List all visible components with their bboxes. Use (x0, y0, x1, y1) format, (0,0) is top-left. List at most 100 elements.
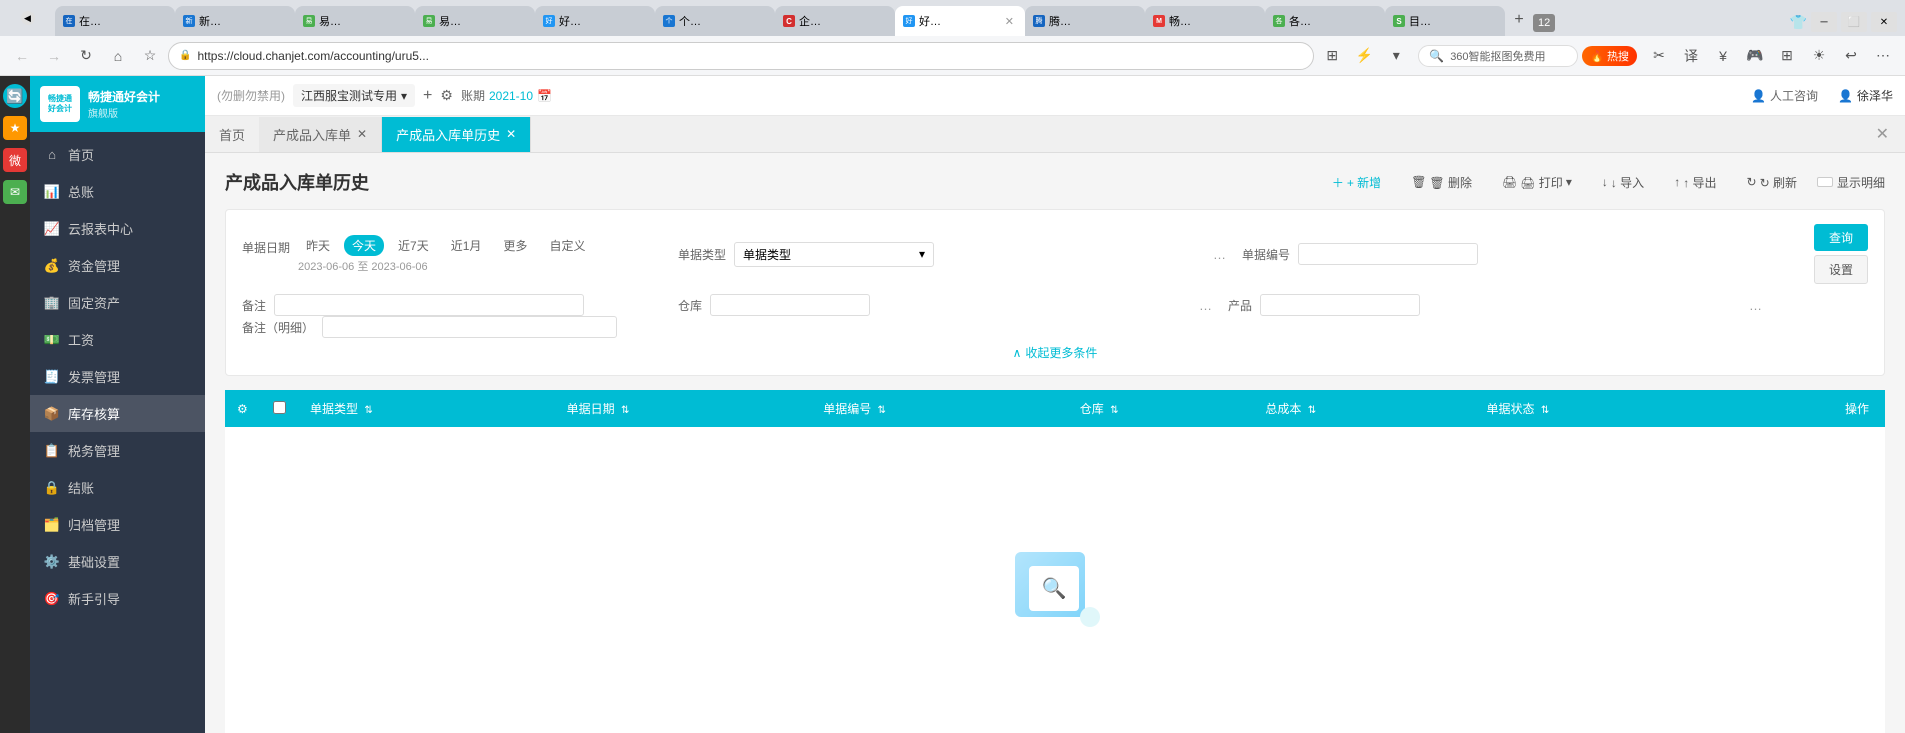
currency-icon[interactable]: ¥ (1709, 42, 1737, 70)
tab-ge[interactable]: 个 个… (655, 6, 775, 36)
sidebar-item-close[interactable]: 🔒 结账 (30, 469, 205, 506)
tab-zai[interactable]: 在 在… (55, 6, 175, 36)
tab-yi1[interactable]: 易 易… (295, 6, 415, 36)
column-warehouse[interactable]: 仓库 ⇅ (1068, 390, 1254, 427)
date-yesterday-btn[interactable]: 昨天 (298, 235, 338, 256)
type-filter-select[interactable]: 单据类型 ▾ (734, 242, 934, 267)
tab-hao1[interactable]: 好 好… (535, 6, 655, 36)
column-date[interactable]: 单据日期 ⇅ (555, 390, 812, 427)
date-more-btn[interactable]: 更多 (495, 235, 535, 256)
sidebar-item-asset[interactable]: 🏢 固定资产 (30, 284, 205, 321)
back-icon[interactable]: ◀ (21, 11, 35, 25)
lightning-icon[interactable]: ⚡ (1350, 42, 1378, 70)
calendar-icon[interactable]: 📅 (537, 89, 552, 103)
column-status[interactable]: 单据状态 ⇅ (1474, 390, 1731, 427)
page-tab-list[interactable]: 产成品入库单 ✕ (259, 117, 382, 152)
date-7days-btn[interactable]: 近7天 (390, 235, 437, 256)
export-button[interactable]: ↑ ↑ 导出 (1664, 170, 1726, 195)
panel-close-btn[interactable]: ✕ (1860, 116, 1905, 152)
tab-yi2[interactable]: 易 易… (415, 6, 535, 36)
sidebar-item-home[interactable]: ⌂ 首页 (30, 136, 205, 173)
column-cost[interactable]: 总成本 ⇅ (1253, 390, 1474, 427)
bookmark-left-icon[interactable]: ★ (3, 116, 27, 140)
dropdown-btn[interactable]: ▾ (1382, 42, 1410, 70)
date-custom-btn[interactable]: 自定义 (541, 235, 593, 256)
user-avatar[interactable]: 👤 徐泽华 (1838, 87, 1893, 104)
warehouse-more-icon[interactable]: … (1199, 298, 1212, 313)
tab-mu[interactable]: S 目… (1385, 6, 1505, 36)
tab-ge2[interactable]: 各 各… (1265, 6, 1385, 36)
tab-list-close[interactable]: ✕ (357, 127, 367, 141)
hot-search-badge[interactable]: 🔥 热搜 (1582, 46, 1637, 66)
ai-consult-btn[interactable]: 👤 人工咨询 (1751, 87, 1818, 104)
game-icon[interactable]: 🎮 (1741, 42, 1769, 70)
sidebar-item-archive[interactable]: 🗂️ 归档管理 (30, 506, 205, 543)
print-button[interactable]: 🖨 🖨 打印 ▾ (1492, 170, 1582, 195)
sidebar-item-inventory[interactable]: 📦 库存核算 (30, 395, 205, 432)
grid-icon[interactable]: ⊞ (1318, 42, 1346, 70)
show-detail-toggle[interactable]: 显示明细 (1817, 174, 1885, 191)
sidebar-item-tax[interactable]: 📋 税务管理 (30, 432, 205, 469)
sidebar-item-guide[interactable]: 🎯 新手引导 (30, 580, 205, 617)
settings-company-btn[interactable]: ⚙ (440, 87, 453, 104)
home-button[interactable]: ⌂ (104, 42, 132, 70)
bookmark-button[interactable]: ☆ (136, 42, 164, 70)
number-filter-input[interactable] (1298, 243, 1478, 265)
column-settings[interactable]: ⚙ (225, 390, 261, 427)
social-icon[interactable]: 微 (3, 148, 27, 172)
sidebar-item-report[interactable]: 📈 云报表中心 (30, 210, 205, 247)
add-company-btn[interactable]: + (423, 87, 432, 105)
back-button[interactable]: ← (8, 42, 36, 70)
minimize-button[interactable]: ─ (1811, 12, 1837, 32)
tab-history-close[interactable]: ✕ (506, 127, 516, 141)
column-number[interactable]: 单据编号 ⇅ (811, 390, 1068, 427)
translate-icon[interactable]: 译 (1677, 42, 1705, 70)
select-all-checkbox[interactable] (273, 401, 286, 414)
refresh-button-main[interactable]: ↻ ↻ 刷新 (1737, 170, 1807, 195)
page-tab-history[interactable]: 产成品入库单历史 ✕ (382, 117, 531, 152)
search-input[interactable]: 360智能抠图免费用 (1450, 48, 1545, 64)
undo-icon[interactable]: ↩ (1837, 42, 1865, 70)
sidebar-item-settings[interactable]: ⚙️ 基础设置 (30, 543, 205, 580)
scissors-icon[interactable]: ✂ (1645, 42, 1673, 70)
close-button[interactable]: ✕ (1871, 12, 1897, 32)
app-logo[interactable]: 🔄 (3, 84, 27, 108)
tab-close-active[interactable]: ✕ (1002, 14, 1017, 29)
address-bar[interactable]: 🔒 https://cloud.chanjet.com/accounting/u… (168, 42, 1314, 70)
product-filter-input[interactable] (1260, 294, 1420, 316)
restore-button[interactable]: ⬜ (1841, 12, 1867, 32)
import-button[interactable]: ↓ ↓ 导入 (1592, 170, 1654, 195)
column-type[interactable]: 单据类型 ⇅ (298, 390, 555, 427)
query-button[interactable]: 查询 (1814, 224, 1868, 251)
sidebar-item-invoice[interactable]: 🧾 发票管理 (30, 358, 205, 395)
collapse-filters-btn[interactable]: ∧ 收起更多条件 (242, 344, 1868, 361)
sidebar-item-fund[interactable]: 💰 资金管理 (30, 247, 205, 284)
settings-filter-button[interactable]: 设置 (1814, 255, 1868, 284)
new-button[interactable]: ＋ + 新增 (1322, 170, 1391, 195)
new-tab-button[interactable]: + (1505, 6, 1533, 34)
type-more-icon[interactable]: … (1213, 247, 1226, 262)
theme-icon[interactable]: ☀ (1805, 42, 1833, 70)
apps-icon[interactable]: ⊞ (1773, 42, 1801, 70)
date-1month-btn[interactable]: 近1月 (443, 235, 490, 256)
mail-icon[interactable]: ✉ (3, 180, 27, 204)
settings-icon[interactable]: ⋯ (1869, 42, 1897, 70)
sidebar-item-salary[interactable]: 💵 工资 (30, 321, 205, 358)
date-today-btn[interactable]: 今天 (344, 235, 384, 256)
forward-button[interactable]: → (40, 42, 68, 70)
tab-teng[interactable]: 腾 腾… (1025, 6, 1145, 36)
product-more-icon[interactable]: … (1749, 298, 1762, 313)
refresh-button[interactable]: ↻ (72, 42, 100, 70)
breadcrumb-home[interactable]: 首页 (205, 117, 259, 152)
tab-qi[interactable]: C 企… (775, 6, 895, 36)
sidebar-item-ledger[interactable]: 📊 总账 (30, 173, 205, 210)
tab-xin[interactable]: 新 新… (175, 6, 295, 36)
warehouse-filter-input[interactable] (710, 294, 870, 316)
notes-detail-filter-input[interactable] (322, 316, 617, 338)
delete-button[interactable]: 🗑 🗑 删除 (1401, 170, 1482, 195)
tab-chang[interactable]: M 畅… (1145, 6, 1265, 36)
company-select[interactable]: 江西服宝测试专用 ▾ (293, 84, 415, 107)
column-checkbox[interactable] (261, 390, 298, 427)
tab-hao2-active[interactable]: 好 好… ✕ (895, 6, 1025, 36)
notes-filter-input[interactable] (274, 294, 584, 316)
